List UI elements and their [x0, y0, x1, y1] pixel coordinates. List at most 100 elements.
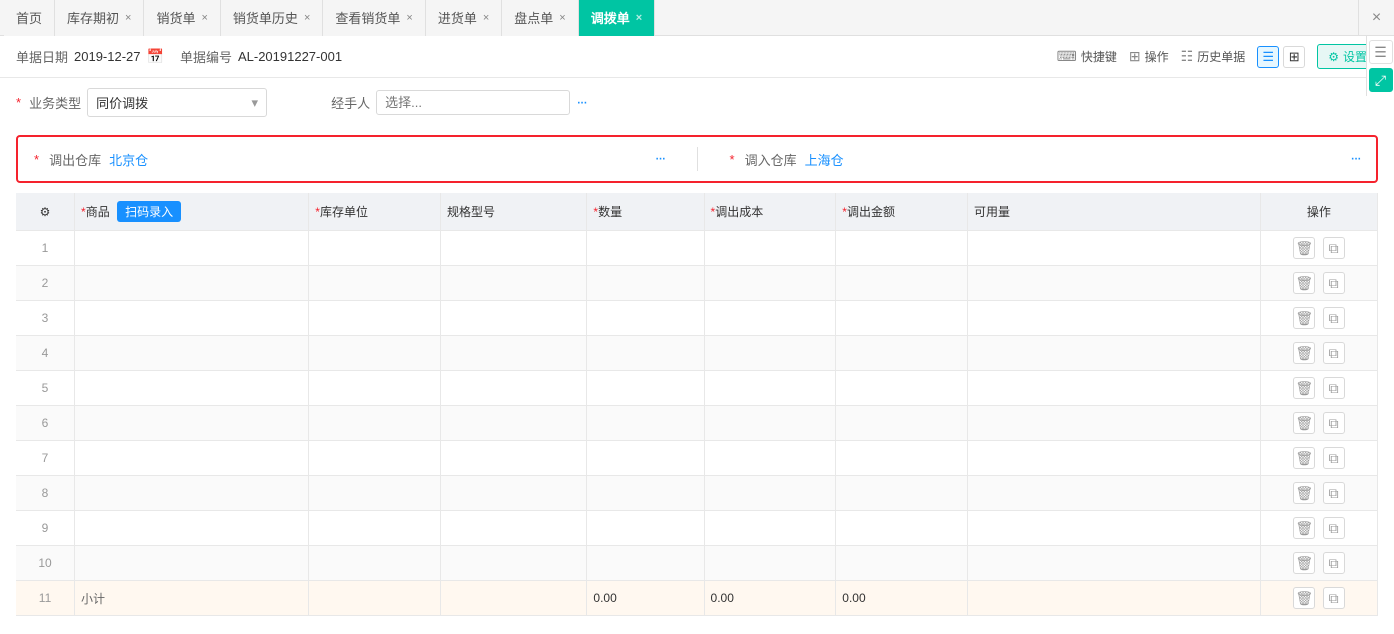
tab-close-inventory-check[interactable]: × — [559, 12, 565, 24]
unit-cell[interactable] — [309, 301, 441, 336]
cost-cell[interactable] — [704, 546, 836, 581]
copy-icon[interactable]: ⧉ — [1323, 587, 1345, 609]
cost-cell[interactable] — [704, 266, 836, 301]
amount-cell[interactable] — [836, 406, 968, 441]
amount-cell[interactable] — [836, 231, 968, 266]
tab-inventory-check[interactable]: 盘点单 × — [502, 0, 578, 36]
product-cell[interactable] — [75, 371, 309, 406]
cost-cell[interactable] — [704, 301, 836, 336]
tab-close-purchase[interactable]: × — [483, 12, 489, 24]
amount-cell[interactable] — [836, 371, 968, 406]
unit-cell[interactable] — [309, 231, 441, 266]
copy-icon[interactable]: ⧉ — [1323, 552, 1345, 574]
delete-icon[interactable]: 🗑 — [1293, 517, 1315, 539]
product-cell[interactable] — [75, 441, 309, 476]
scan-input-button[interactable]: 扫码录入 — [117, 201, 181, 222]
copy-icon[interactable]: ⧉ — [1323, 482, 1345, 504]
delete-icon[interactable]: 🗑 — [1293, 377, 1315, 399]
spec-cell[interactable] — [441, 406, 587, 441]
copy-icon[interactable]: ⧉ — [1323, 517, 1345, 539]
amount-cell[interactable] — [836, 336, 968, 371]
spec-cell[interactable] — [441, 371, 587, 406]
tab-view-sales[interactable]: 查看销货单 × — [323, 0, 425, 36]
warehouse-in-more-icon[interactable]: ··· — [1350, 150, 1360, 168]
qty-cell[interactable] — [587, 546, 704, 581]
tab-close-inventory-init[interactable]: × — [125, 12, 131, 24]
tab-close-sales-order[interactable]: × — [201, 12, 207, 24]
delete-icon[interactable]: 🗑 — [1293, 272, 1315, 294]
cost-cell[interactable] — [704, 371, 836, 406]
calendar-icon[interactable]: 📅 — [147, 48, 164, 65]
tab-purchase[interactable]: 进货单 × — [426, 0, 502, 36]
unit-cell[interactable] — [309, 511, 441, 546]
amount-cell[interactable] — [836, 441, 968, 476]
cost-cell[interactable] — [704, 441, 836, 476]
qty-cell[interactable] — [587, 476, 704, 511]
spec-cell[interactable] — [441, 476, 587, 511]
product-cell[interactable] — [75, 301, 309, 336]
unit-cell[interactable] — [309, 336, 441, 371]
gear-icon[interactable]: ⚙ — [40, 205, 51, 219]
tab-close-sales-history[interactable]: × — [304, 12, 310, 24]
delete-icon[interactable]: 🗑 — [1293, 412, 1315, 434]
amount-cell[interactable] — [836, 511, 968, 546]
tab-sales-history[interactable]: 销货单历史 × — [221, 0, 323, 36]
qty-cell[interactable] — [587, 441, 704, 476]
unit-cell[interactable] — [309, 371, 441, 406]
delete-icon[interactable]: 🗑 — [1293, 307, 1315, 329]
copy-icon[interactable]: ⧉ — [1323, 272, 1345, 294]
copy-icon[interactable]: ⧉ — [1323, 377, 1345, 399]
tab-close-view-sales[interactable]: × — [406, 12, 412, 24]
unit-cell[interactable] — [309, 406, 441, 441]
history-button[interactable]: ☷ 历史单据 — [1181, 48, 1246, 65]
product-cell[interactable] — [75, 546, 309, 581]
cost-cell[interactable] — [704, 406, 836, 441]
delete-icon[interactable]: 🗑 — [1293, 447, 1315, 469]
qty-cell[interactable] — [587, 371, 704, 406]
unit-cell[interactable] — [309, 266, 441, 301]
copy-icon[interactable]: ⧉ — [1323, 342, 1345, 364]
copy-icon[interactable]: ⧉ — [1323, 447, 1345, 469]
copy-icon[interactable]: ⧉ — [1323, 307, 1345, 329]
product-cell[interactable] — [75, 406, 309, 441]
tab-sales-order[interactable]: 销货单 × — [144, 0, 220, 36]
amount-cell[interactable] — [836, 301, 968, 336]
amount-cell[interactable] — [836, 476, 968, 511]
qty-cell[interactable] — [587, 231, 704, 266]
cost-cell[interactable] — [704, 511, 836, 546]
tab-home[interactable]: 首页 — [4, 0, 55, 36]
unit-cell[interactable] — [309, 546, 441, 581]
qty-cell[interactable] — [587, 406, 704, 441]
operations-button[interactable]: ⊞ 操作 — [1129, 48, 1169, 65]
cost-cell[interactable] — [704, 336, 836, 371]
shortcuts-button[interactable]: ⌨ 快捷键 — [1057, 48, 1117, 65]
qty-cell[interactable] — [587, 336, 704, 371]
qty-cell[interactable] — [587, 301, 704, 336]
biz-type-select[interactable]: 同价调拨 ▾ — [87, 88, 267, 117]
delete-icon[interactable]: 🗑 — [1293, 237, 1315, 259]
product-cell[interactable] — [75, 476, 309, 511]
delete-icon[interactable]: 🗑 — [1293, 482, 1315, 504]
spec-cell[interactable] — [441, 511, 587, 546]
tab-inventory-init[interactable]: 库存期初 × — [55, 0, 144, 36]
grid-view-toggle[interactable]: ⊞ — [1283, 46, 1305, 68]
product-cell[interactable] — [75, 511, 309, 546]
copy-icon[interactable]: ⧉ — [1323, 237, 1345, 259]
product-cell[interactable] — [75, 231, 309, 266]
copy-icon[interactable]: ⧉ — [1323, 412, 1345, 434]
qty-cell[interactable] — [587, 511, 704, 546]
delete-icon[interactable]: 🗑 — [1293, 342, 1315, 364]
spec-cell[interactable] — [441, 546, 587, 581]
tab-transfer-order[interactable]: 调拨单 × — [579, 0, 655, 36]
delete-icon[interactable]: 🗑 — [1293, 552, 1315, 574]
product-cell[interactable] — [75, 336, 309, 371]
cost-cell[interactable] — [704, 231, 836, 266]
operator-more-icon[interactable]: ··· — [576, 94, 586, 112]
sidebar-expand-icon[interactable]: ⤢ — [1369, 68, 1393, 92]
unit-cell[interactable] — [309, 476, 441, 511]
spec-cell[interactable] — [441, 266, 587, 301]
spec-cell[interactable] — [441, 231, 587, 266]
product-cell[interactable] — [75, 266, 309, 301]
spec-cell[interactable] — [441, 301, 587, 336]
amount-cell[interactable] — [836, 266, 968, 301]
